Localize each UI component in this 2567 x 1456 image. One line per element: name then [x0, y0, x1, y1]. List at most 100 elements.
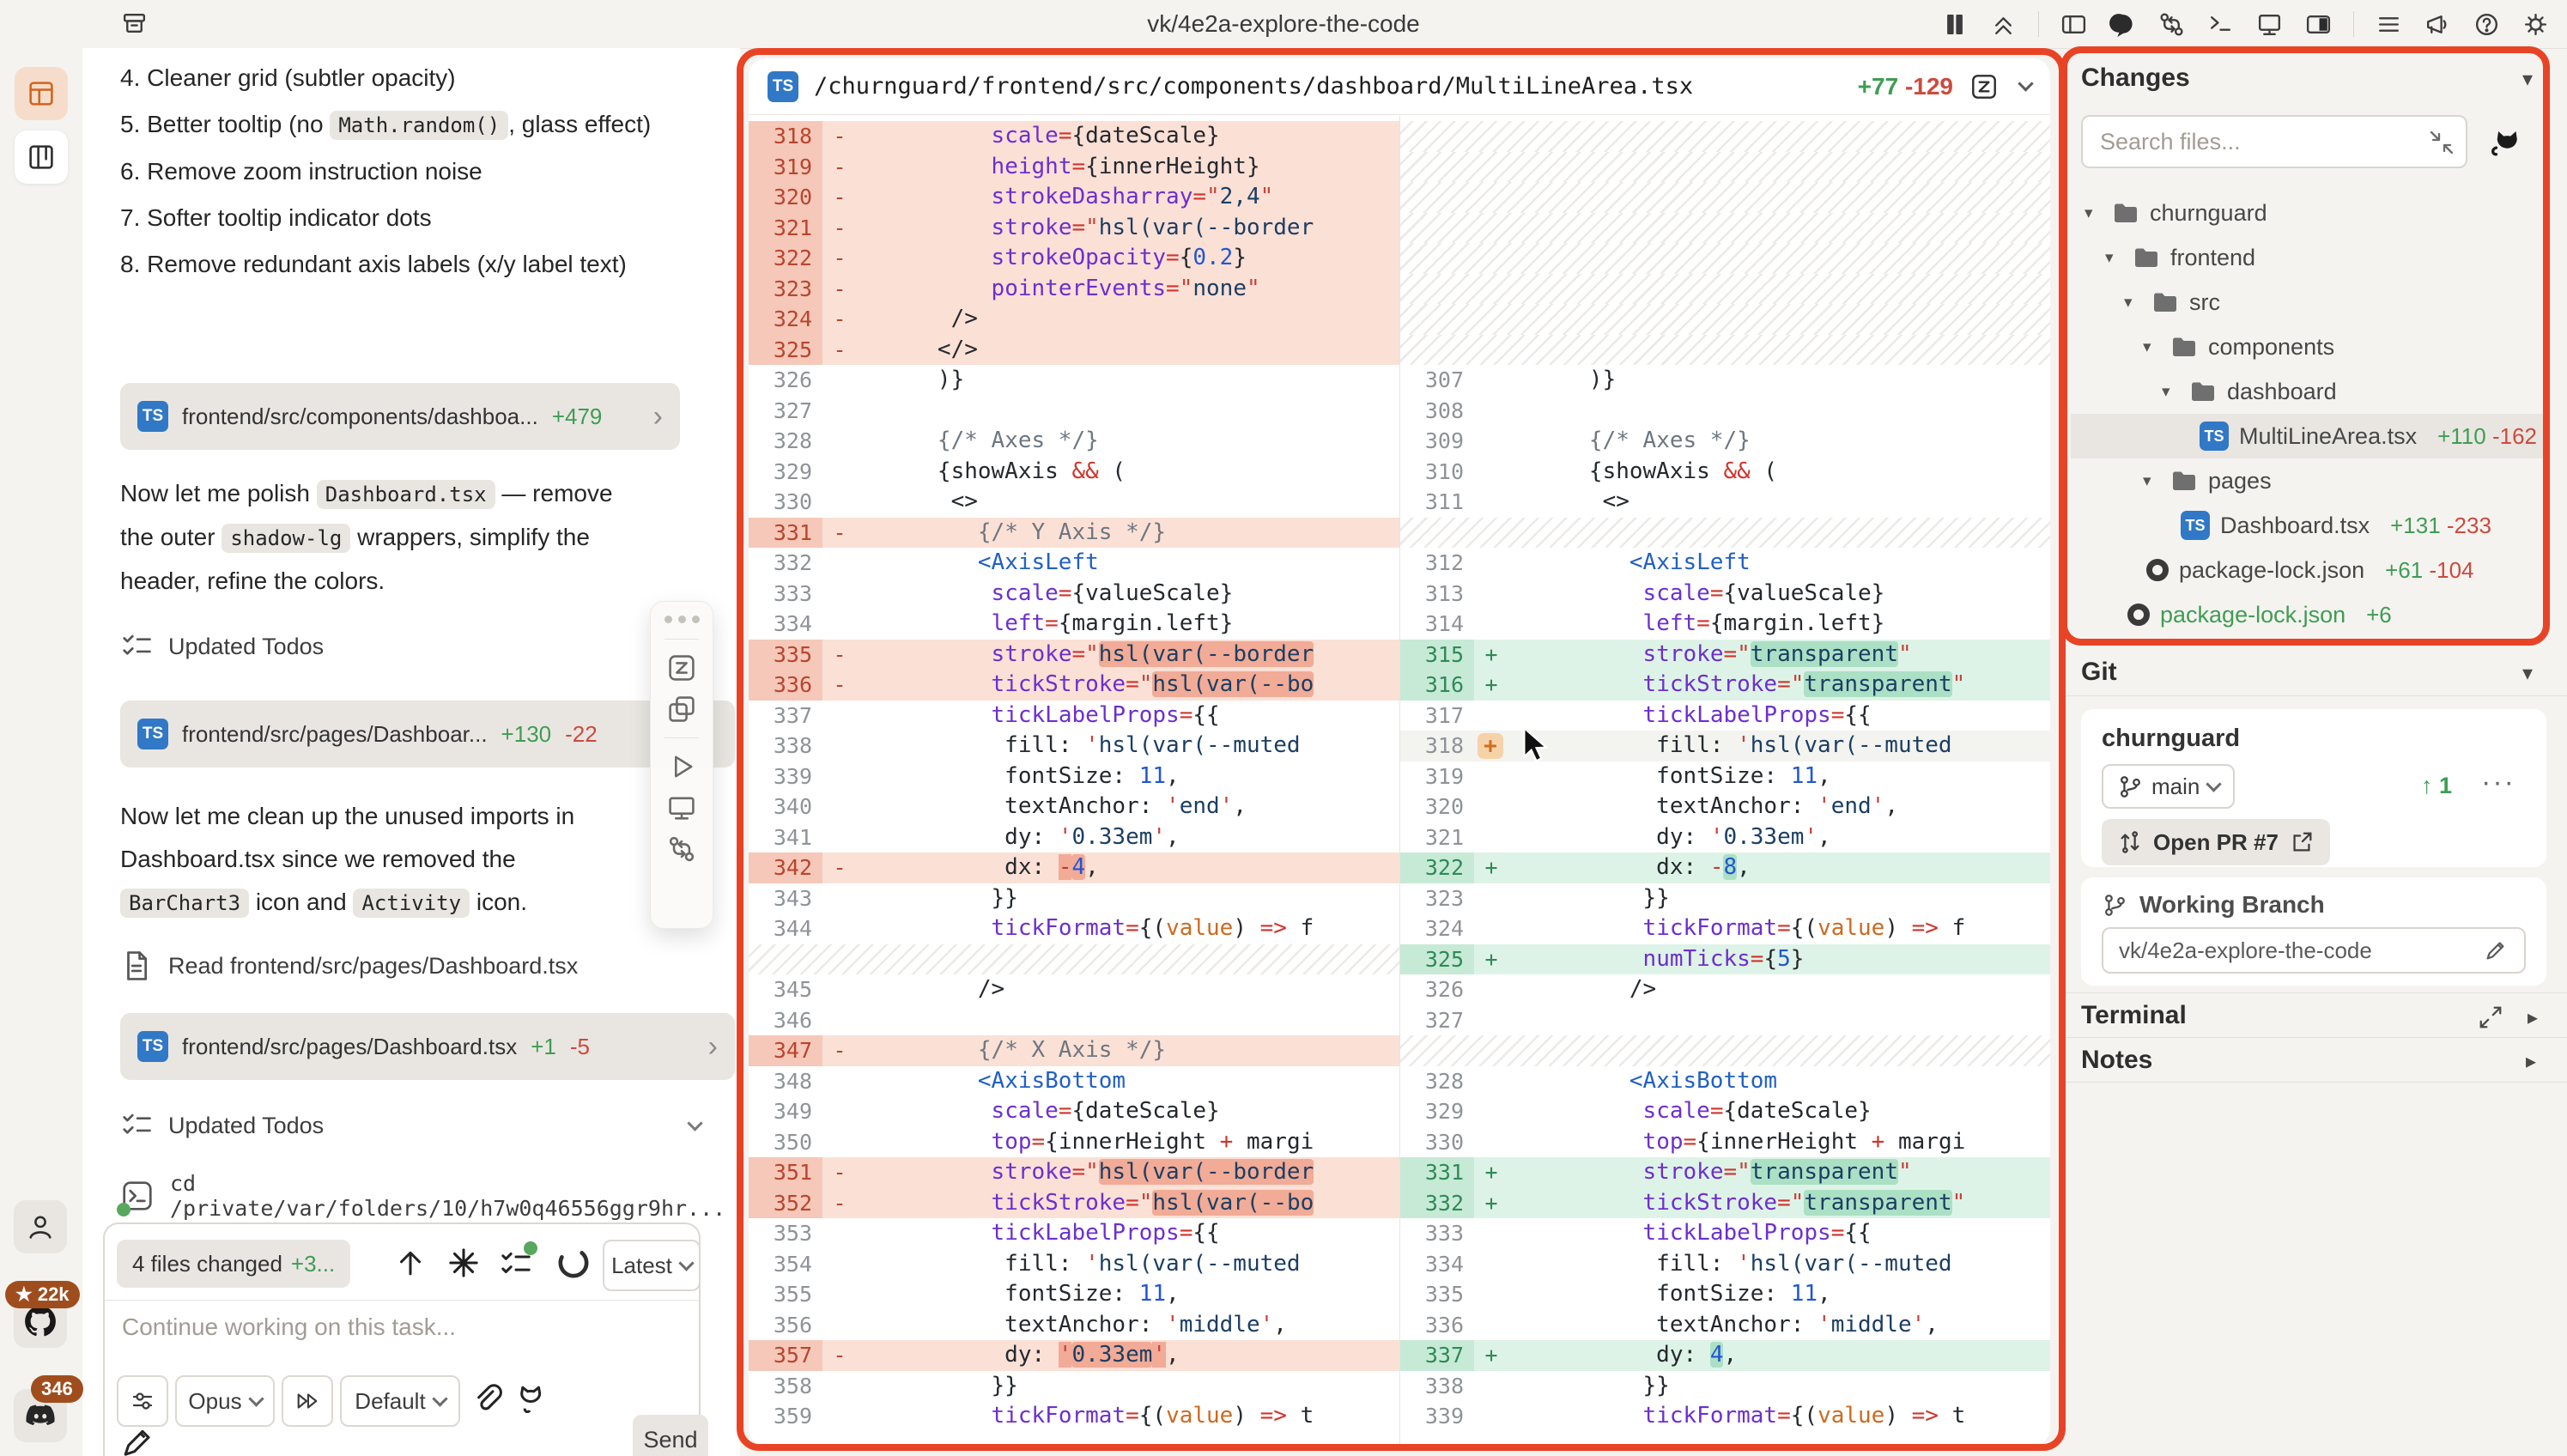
- send-button[interactable]: Send: [633, 1415, 708, 1456]
- version-dropdown[interactable]: Latest: [603, 1240, 701, 1291]
- file-change-chip[interactable]: TS frontend/src/components/dashboa... +4…: [120, 383, 680, 450]
- tree-folder-frontend[interactable]: ▾frontend: [2071, 235, 2545, 280]
- line-number: 336: [749, 670, 822, 701]
- tree-expand-icon[interactable]: ▾: [2085, 203, 2102, 223]
- more-menu[interactable]: ···: [2481, 766, 2515, 799]
- diff-code-row: 340 textAnchor: 'end',: [749, 792, 1399, 822]
- tree-folder-components[interactable]: ▾components: [2071, 325, 2545, 369]
- diff-editor-icon[interactable]: [1969, 71, 2000, 102]
- assistant-list-item: 4. Cleaner grid (subtler opacity): [120, 57, 673, 100]
- line-number: 334: [1400, 1249, 1474, 1280]
- tree-folder-dashboard[interactable]: ▾dashboard: [2071, 369, 2545, 414]
- changes-section-title[interactable]: Changes: [2081, 64, 2190, 93]
- megaphone-icon[interactable]: [2424, 10, 2452, 39]
- attachment-icon[interactable]: [469, 1380, 505, 1417]
- terminal-section-title[interactable]: Terminal: [2081, 1001, 2187, 1030]
- scroll-up-icon[interactable]: [392, 1245, 428, 1281]
- diff-editor-icon[interactable]: [665, 652, 698, 684]
- pencil-icon[interactable]: [2483, 937, 2509, 963]
- tree-expand-icon[interactable]: ▾: [2105, 248, 2122, 268]
- add-comment-button[interactable]: +: [1478, 733, 1503, 759]
- files-changed-chip[interactable]: 4 files changed +3...: [117, 1240, 350, 1288]
- read-file-row[interactable]: Read frontend/src/pages/Dashboard.tsx: [120, 949, 578, 982]
- code-line: />: [857, 304, 1399, 335]
- settings-icon[interactable]: [2521, 10, 2550, 39]
- copy-icon[interactable]: [665, 693, 698, 725]
- terminal-expand-icon[interactable]: ▸: [2528, 1005, 2538, 1030]
- chat-bubble-icon[interactable]: [2109, 10, 2137, 39]
- play-icon[interactable]: [665, 750, 698, 783]
- composer-settings-button[interactable]: [117, 1375, 168, 1427]
- mode-dropdown[interactable]: Default: [340, 1375, 460, 1427]
- rail-layout-button[interactable]: [15, 67, 68, 120]
- monitor-icon[interactable]: [665, 792, 698, 824]
- diff-code-row: 343 }}: [749, 883, 1399, 914]
- git-section-title[interactable]: Git: [2081, 658, 2117, 687]
- spark-icon[interactable]: [446, 1245, 482, 1281]
- tree-folder-src[interactable]: ▾src: [2071, 280, 2545, 325]
- file-change-chip[interactable]: TS frontend/src/pages/Dashboar... +130 -…: [120, 701, 735, 767]
- tree-folder-pages[interactable]: ▾pages: [2071, 458, 2545, 503]
- tree-expand-icon[interactable]: ▾: [2143, 337, 2160, 357]
- assistant-paragraph: Now let me polish Dashboard.tsx — remove…: [120, 472, 618, 603]
- diff-marker: -: [822, 152, 857, 183]
- working-branch-field[interactable]: vk/4e2a-explore-the-code: [2102, 927, 2526, 974]
- tree-folder-churnguard[interactable]: ▾churnguard: [2071, 191, 2545, 235]
- tree-file-package-lock.json[interactable]: package-lock.json+6: [2071, 592, 2545, 637]
- open-pr-button[interactable]: Open PR #7: [2102, 819, 2330, 865]
- file-change-chip[interactable]: TS frontend/src/pages/Dashboard.tsx +1 -…: [120, 1013, 735, 1080]
- line-number: 324: [1400, 913, 1474, 944]
- tree-expand-icon[interactable]: ▾: [2143, 471, 2160, 491]
- updated-todos-row[interactable]: Updated Todos: [120, 1109, 701, 1142]
- branch-dropdown[interactable]: main: [2102, 764, 2235, 809]
- chevron-down-icon[interactable]: [687, 1115, 702, 1131]
- diff-code-row: 320 textAnchor: 'end',: [1400, 792, 2050, 822]
- diff-marker: [822, 1371, 857, 1402]
- rail-kanban-button[interactable]: [15, 130, 68, 184]
- tree-file-MultiLineArea.tsx[interactable]: TSMultiLineArea.tsx+110 -162: [2071, 414, 2545, 458]
- additions: +1: [531, 1034, 556, 1060]
- changes-collapse-icon[interactable]: ▾: [2522, 67, 2533, 92]
- cat-icon[interactable]: [512, 1380, 548, 1417]
- terminal-icon[interactable]: [2206, 10, 2235, 39]
- cat-icon[interactable]: [2486, 124, 2526, 163]
- terminal-command-row[interactable]: cd /private/var/folders/10/h7w0q46556ggr…: [120, 1171, 740, 1221]
- collapse-diff-icon[interactable]: [2018, 76, 2033, 91]
- notes-section-title[interactable]: Notes: [2081, 1046, 2152, 1075]
- line-number: 337: [1400, 1340, 1474, 1371]
- menu-icon[interactable]: [2375, 10, 2403, 39]
- pause-icon[interactable]: [1940, 10, 1969, 39]
- ts-file-icon: TS: [137, 401, 168, 432]
- ahead-count[interactable]: ↑ 1: [2421, 773, 2452, 799]
- pen-icon[interactable]: [118, 1423, 155, 1456]
- git-compare-icon[interactable]: [665, 833, 698, 865]
- rail-account-button[interactable]: [14, 1200, 67, 1253]
- tree-file-package-lock.json[interactable]: package-lock.json+61 -104: [2071, 548, 2545, 592]
- tree-expand-icon[interactable]: ▾: [2162, 382, 2179, 402]
- diff-marker: [822, 883, 857, 914]
- updated-todos-row[interactable]: Updated Todos: [120, 630, 324, 663]
- fast-forward-button[interactable]: [282, 1375, 333, 1427]
- todos-status-icon[interactable]: [498, 1245, 534, 1281]
- expand-icon[interactable]: [2478, 1004, 2503, 1030]
- collapse-tree-icon[interactable]: [2428, 129, 2455, 156]
- model-dropdown[interactable]: Opus: [175, 1375, 275, 1427]
- help-icon[interactable]: [2473, 10, 2501, 39]
- code-line: fill: 'hsl(var(--muted: [1508, 1249, 2050, 1280]
- panel-left-icon[interactable]: [2060, 10, 2088, 39]
- git-collapse-icon[interactable]: ▾: [2522, 661, 2533, 686]
- git-compare-icon[interactable]: [2157, 10, 2186, 39]
- collapse-up-icon[interactable]: [1989, 10, 2018, 39]
- tree-file-Dashboard.tsx[interactable]: TSDashboard.tsx+131 -233: [2071, 503, 2545, 548]
- line-number: 333: [1400, 1218, 1474, 1249]
- tree-expand-icon[interactable]: ▾: [2124, 293, 2141, 312]
- monitor-icon[interactable]: [2255, 10, 2284, 39]
- panel-right-icon[interactable]: [2304, 10, 2333, 39]
- diff-body: 318- scale={dateScale}319- height={inner…: [749, 116, 2050, 1446]
- composer-input[interactable]: Continue working on this task...: [122, 1313, 456, 1341]
- notes-expand-icon[interactable]: ▸: [2526, 1049, 2536, 1074]
- drag-handle-icon[interactable]: [665, 616, 700, 623]
- line-number: 318: [749, 121, 822, 152]
- search-input[interactable]: [2098, 122, 2411, 161]
- code-line: dy: '0.33em',: [857, 1340, 1399, 1371]
